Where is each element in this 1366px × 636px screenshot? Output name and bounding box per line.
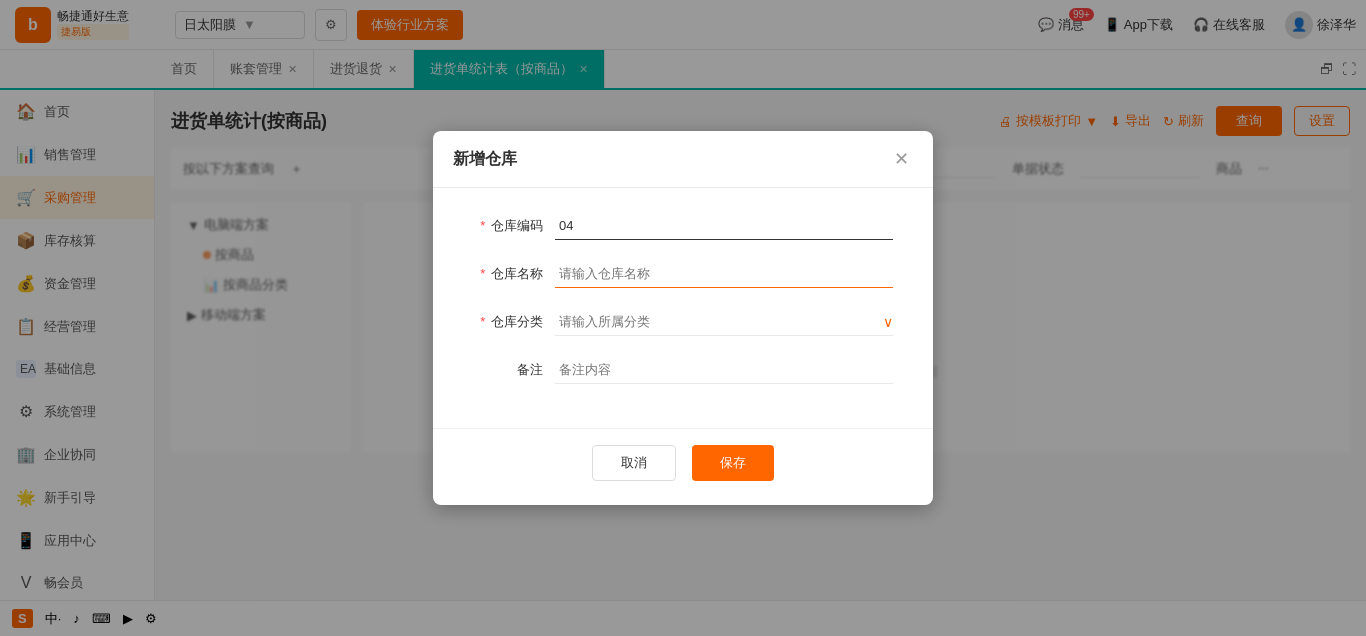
warehouse-category-wrapper: ∨ — [555, 308, 893, 336]
dialog-title: 新增仓库 — [453, 149, 889, 170]
new-warehouse-dialog: 新增仓库 ✕ * 仓库编码 * 仓库名称 — [433, 131, 933, 505]
warehouse-category-label: * 仓库分类 — [473, 313, 543, 331]
category-dropdown-arrow[interactable]: ∨ — [883, 314, 893, 330]
modal-overlay[interactable]: 新增仓库 ✕ * 仓库编码 * 仓库名称 — [0, 0, 1366, 636]
warehouse-category-row: * 仓库分类 ∨ — [473, 308, 893, 336]
warehouse-code-row: * 仓库编码 — [473, 212, 893, 240]
dialog-body: * 仓库编码 * 仓库名称 * 仓库分类 — [433, 188, 933, 428]
warehouse-name-input[interactable] — [555, 260, 893, 288]
cancel-button[interactable]: 取消 — [592, 445, 676, 481]
warehouse-name-label: * 仓库名称 — [473, 265, 543, 283]
warehouse-remark-row: 备注 — [473, 356, 893, 384]
warehouse-category-input[interactable] — [555, 308, 883, 335]
warehouse-remark-input[interactable] — [555, 356, 893, 384]
warehouse-remark-label: 备注 — [473, 361, 543, 379]
dialog-footer: 取消 保存 — [433, 428, 933, 505]
warehouse-name-row: * 仓库名称 — [473, 260, 893, 288]
required-star-code: * — [480, 218, 485, 233]
required-star-category: * — [480, 314, 485, 329]
dialog-header: 新增仓库 ✕ — [433, 131, 933, 188]
required-star-name: * — [480, 266, 485, 281]
warehouse-code-label: * 仓库编码 — [473, 217, 543, 235]
warehouse-code-input[interactable] — [555, 212, 893, 240]
dialog-close-btn[interactable]: ✕ — [889, 147, 913, 171]
save-button[interactable]: 保存 — [692, 445, 774, 481]
